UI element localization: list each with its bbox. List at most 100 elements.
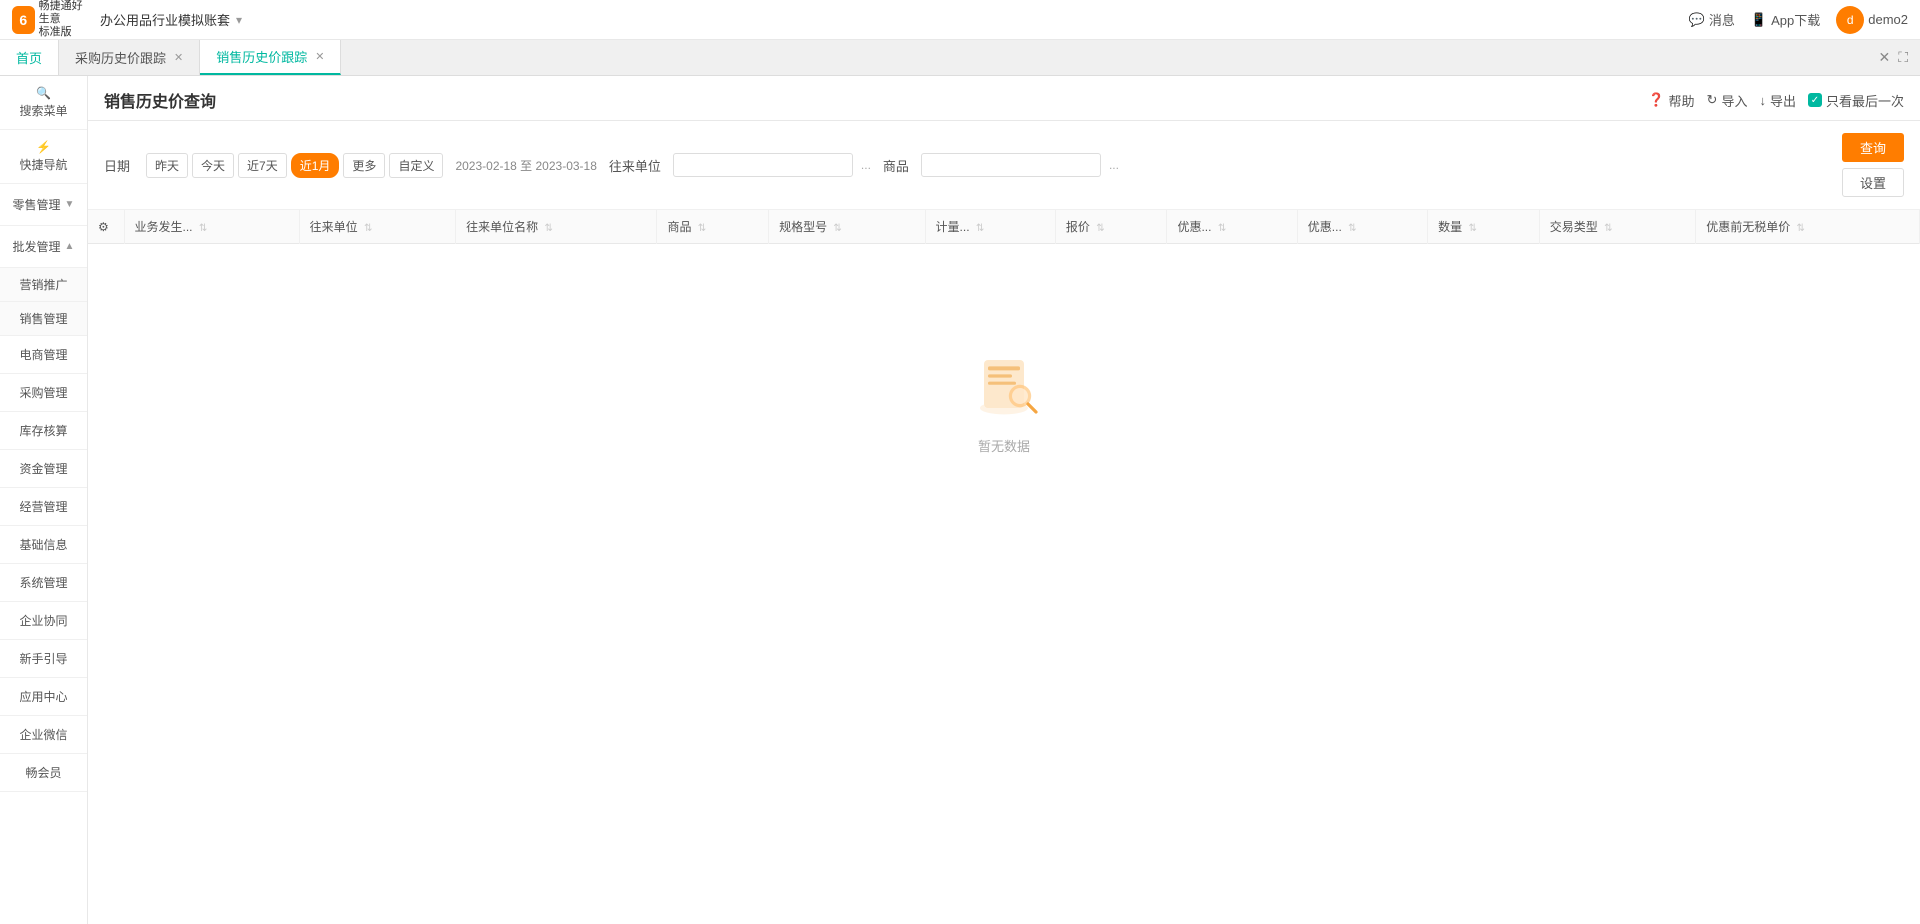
date-btn-more[interactable]: 更多 [343,153,385,178]
sidebar-item-purchase[interactable]: 采购管理 [0,374,87,412]
help-icon: ❓ [1648,92,1664,108]
window-controls: ✕ ⛶ [1878,40,1920,75]
sort-arrows-unit: ⇅ [976,223,984,234]
col-discount2-label: 优惠... [1308,220,1342,234]
table-header-row: ⚙ 业务发生... ⇅ 往来单位 ⇅ 往来单位名称 ⇅ [88,210,1920,244]
logo-area: 6 畅捷通好生意 标准版 [12,0,92,39]
table-col-unit[interactable]: 计量... ⇅ [925,210,1055,244]
message-icon: 💬 [1689,12,1705,28]
table-col-trade-type[interactable]: 交易类型 ⇅ [1539,210,1695,244]
app-download-button[interactable]: 📱 App下载 [1751,10,1820,29]
sidebar-item-ecommerce[interactable]: 电商管理 [0,336,87,374]
filter-settings-button[interactable]: 设置 [1842,168,1904,197]
avatar: d [1836,6,1864,34]
sidebar-item-quicknav[interactable]: ⚡ 快捷导航 [0,130,87,184]
data-table: ⚙ 业务发生... ⇅ 往来单位 ⇅ 往来单位名称 ⇅ [88,210,1920,244]
sidebar-item-sales-mgmt[interactable]: 销售管理 [0,302,87,336]
tab-sales[interactable]: 销售历史价跟踪 ✕ [200,40,341,75]
date-btn-custom[interactable]: 自定义 [389,153,443,178]
sort-arrows-discount1: ⇅ [1218,223,1226,234]
date-label: 日期 [104,156,130,175]
date-btn-today[interactable]: 今天 [192,153,234,178]
page-header-actions: ❓ 帮助 ↻ 导入 ↓ 导出 ✓ 只看最后一次 [1648,91,1904,110]
sidebar-item-marketing[interactable]: 营销推广 [0,268,87,302]
table-col-goods[interactable]: 商品 ⇅ [657,210,769,244]
user-menu[interactable]: d demo2 [1836,6,1908,34]
message-button[interactable]: 💬 消息 [1689,10,1735,29]
empty-text: 暂无数据 [978,436,1030,455]
tab-purchase-label: 采购历史价跟踪 [75,48,166,67]
close-window-icon[interactable]: ✕ [1878,49,1890,66]
sidebar-item-wholesale[interactable]: 批发管理 ▲ [0,226,87,268]
sidebar-item-retail[interactable]: 零售管理 ▼ [0,184,87,226]
action-buttons: 查询 设置 [1842,133,1904,197]
header-title: 办公用品行业模拟账套 [100,10,230,29]
date-btn-yesterday[interactable]: 昨天 [146,153,188,178]
layout: 🔍 搜索菜单 ⚡ 快捷导航 零售管理 ▼ 批发管理 ▲ 营销推广 销售管理 电商… [0,76,1920,924]
sort-arrows-spec: ⇅ [833,223,841,234]
sidebar-item-operation[interactable]: 经营管理 [0,488,87,526]
sidebar-item-inventory[interactable]: 库存核算 [0,412,87,450]
col-goods-label: 商品 [667,220,691,234]
tab-sales-label: 销售历史价跟踪 [216,47,307,66]
table-col-pretax-price[interactable]: 优惠前无税单价 ⇅ [1696,210,1920,244]
sort-arrows-quantity: ⇅ [1468,223,1476,234]
table-col-discount2[interactable]: 优惠... ⇅ [1297,210,1427,244]
phone-icon: 📱 [1751,12,1767,28]
date-btn-1month[interactable]: 近1月 [291,153,340,178]
table-col-quote[interactable]: 报价 ⇅ [1055,210,1167,244]
sidebar: 🔍 搜索菜单 ⚡ 快捷导航 零售管理 ▼ 批发管理 ▲ 营销推广 销售管理 电商… [0,76,88,924]
table-col-business-date[interactable]: 业务发生... ⇅ [124,210,299,244]
date-btn-7days[interactable]: 近7天 [238,153,287,178]
tab-sales-close[interactable]: ✕ [315,50,324,63]
table-col-spec[interactable]: 规格型号 ⇅ [769,210,925,244]
page-container: 销售历史价查询 ❓ 帮助 ↻ 导入 ↓ 导出 ✓ [88,76,1920,924]
sidebar-item-finance[interactable]: 资金管理 [0,450,87,488]
table-col-discount1[interactable]: 优惠... ⇅ [1167,210,1297,244]
col-spec-label: 规格型号 [779,220,827,234]
sidebar-item-member[interactable]: 畅会员 [0,754,87,792]
sort-arrows-trade-type: ⇅ [1604,223,1612,234]
query-button[interactable]: 查询 [1842,133,1904,162]
sidebar-item-system[interactable]: 系统管理 [0,564,87,602]
help-button[interactable]: ❓ 帮助 [1648,91,1694,110]
empty-icon [964,344,1044,424]
export-button[interactable]: ↓ 导出 [1759,91,1796,110]
sidebar-item-newbie[interactable]: 新手引导 [0,640,87,678]
col-quantity-label: 数量 [1438,220,1462,234]
dropdown-icon[interactable]: ▾ [236,13,242,27]
partner-filter-group: 往来单位 ... [609,153,871,177]
page-title: 销售历史价查询 [104,88,216,112]
export-icon: ↓ [1759,93,1766,108]
top-header: 6 畅捷通好生意 标准版 办公用品行业模拟账套 ▾ 💬 消息 📱 App下载 d… [0,0,1920,40]
sidebar-item-enterprise[interactable]: 企业协同 [0,602,87,640]
search-icon: 🔍 [36,86,51,100]
col-partner-name-label: 往来单位名称 [466,220,538,234]
header-title-area: 办公用品行业模拟账套 ▾ [100,10,1689,29]
table-col-partner-code[interactable]: 往来单位 ⇅ [299,210,455,244]
logo-icon: 6 [12,6,35,34]
tab-purchase-close[interactable]: ✕ [174,51,183,64]
wholesale-arrow-icon: ▲ [65,241,75,252]
table-col-partner-name[interactable]: 往来单位名称 ⇅ [456,210,657,244]
goods-input[interactable] [921,153,1101,177]
goods-filter-group: 商品 ... [883,153,1119,177]
only-last-checkbox[interactable]: ✓ [1808,93,1822,107]
sidebar-item-basic[interactable]: 基础信息 [0,526,87,564]
table-col-settings[interactable]: ⚙ [88,210,124,244]
import-button[interactable]: ↻ 导入 [1707,91,1748,110]
partner-input[interactable] [673,153,853,177]
sidebar-item-appstore[interactable]: 应用中心 [0,678,87,716]
maximize-window-icon[interactable]: ⛶ [1898,49,1908,66]
col-trade-type-label: 交易类型 [1550,220,1598,234]
retail-arrow-icon: ▼ [65,199,75,210]
sidebar-item-wechat[interactable]: 企业微信 [0,716,87,754]
table-col-quantity[interactable]: 数量 ⇅ [1428,210,1540,244]
only-last-checkbox-area[interactable]: ✓ 只看最后一次 [1808,91,1904,110]
sidebar-item-search[interactable]: 🔍 搜索菜单 [0,76,87,130]
date-range-display: 2023-02-18 至 2023-03-18 [455,157,596,174]
date-btn-group: 昨天 今天 近7天 近1月 更多 自定义 [146,153,443,178]
tab-purchase[interactable]: 采购历史价跟踪 ✕ [59,40,200,75]
logo-text: 畅捷通好生意 标准版 [39,0,92,39]
tab-home[interactable]: 首页 [0,40,59,75]
